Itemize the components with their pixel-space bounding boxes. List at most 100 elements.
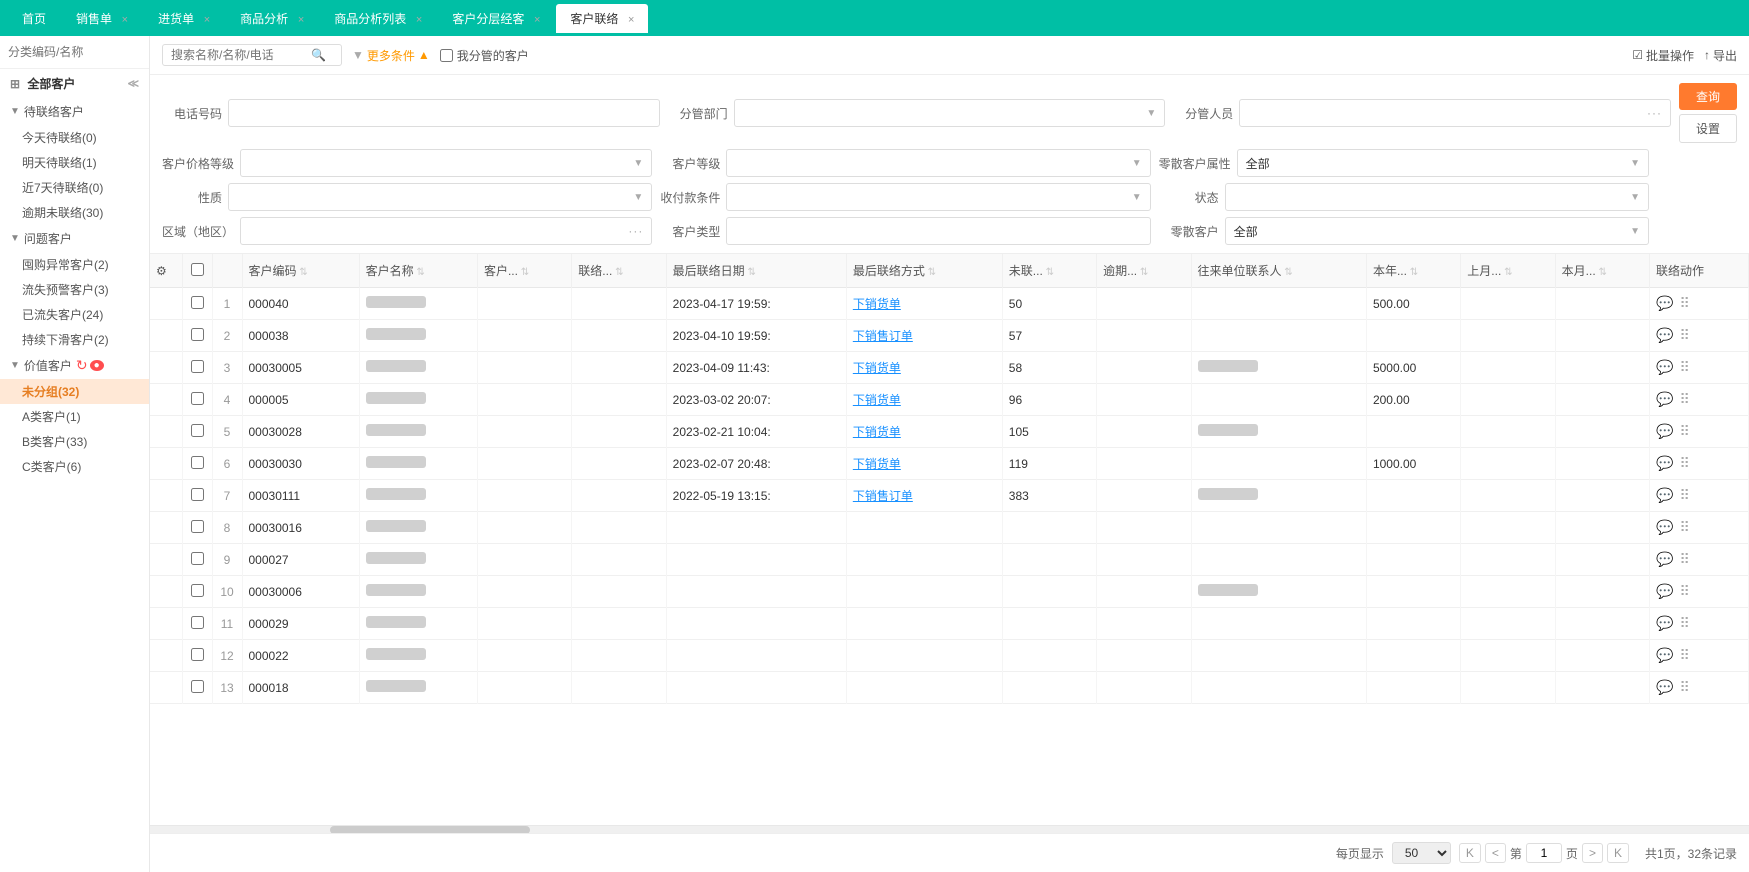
contact-method-link[interactable]: 下销货单 <box>853 457 901 471</box>
filter-search-input[interactable] <box>171 48 311 62</box>
chat-icon[interactable]: 💬 <box>1656 551 1673 568</box>
contact-method-link[interactable]: 下销货单 <box>853 361 901 375</box>
dept-select[interactable]: ▼ <box>734 99 1166 127</box>
close-customer-segment-icon[interactable]: × <box>534 14 540 26</box>
col-contact-person[interactable]: 往来单位联系人 <box>1191 254 1366 288</box>
row-checkbox[interactable] <box>191 648 204 661</box>
col-uncontacted[interactable]: 未联... <box>1002 254 1096 288</box>
filter-search-icon[interactable]: 🔍 <box>311 48 326 62</box>
col-last-month[interactable]: 上月... <box>1461 254 1555 288</box>
my-customers-checkbox[interactable]: 我分管的客户 <box>440 47 529 64</box>
col-last-contact-method[interactable]: 最后联络方式 <box>846 254 1002 288</box>
more-actions-icon[interactable]: ⠿ <box>1679 583 1689 600</box>
chat-icon[interactable]: 💬 <box>1656 519 1673 536</box>
chat-icon[interactable]: 💬 <box>1656 295 1673 312</box>
col-name[interactable]: 客户名称 <box>359 254 477 288</box>
nav-customer-contact[interactable]: 客户联络 × <box>556 4 648 33</box>
row-last-contact-method[interactable] <box>846 576 1002 608</box>
col-settings[interactable]: ⚙ <box>150 254 182 288</box>
nav-product-analysis[interactable]: 商品分析 × <box>226 4 318 33</box>
more-actions-icon[interactable]: ⠿ <box>1679 551 1689 568</box>
col-type[interactable]: 客户... <box>477 254 571 288</box>
nav-product-analysis-list[interactable]: 商品分析列表 × <box>320 4 436 33</box>
close-product-analysis-icon[interactable]: × <box>298 14 304 26</box>
sidebar-group-pending[interactable]: ▼ 待联络客户 <box>0 98 149 125</box>
col-code[interactable]: 客户编码 <box>242 254 359 288</box>
row-last-contact-method[interactable]: 下销售订单 <box>846 480 1002 512</box>
sidebar-item-today[interactable]: 今天待联络(0) <box>0 125 149 150</box>
more-actions-icon[interactable]: ⠿ <box>1679 423 1689 440</box>
row-checkbox[interactable] <box>191 360 204 373</box>
more-actions-icon[interactable]: ⠿ <box>1679 487 1689 504</box>
manager-input[interactable]: ··· <box>1239 99 1671 127</box>
more-actions-icon[interactable]: ⠿ <box>1679 647 1689 664</box>
phone-input[interactable] <box>228 99 660 127</box>
region-input[interactable]: ··· <box>240 217 652 245</box>
col-contact[interactable]: 联络... <box>572 254 666 288</box>
my-customers-check[interactable] <box>440 49 453 62</box>
horizontal-scrollbar[interactable] <box>150 825 1749 833</box>
nav-customer-segment[interactable]: 客户分层经客 × <box>438 4 554 33</box>
close-purchase-icon[interactable]: × <box>204 14 210 26</box>
row-checkbox[interactable] <box>191 488 204 501</box>
contact-method-link[interactable]: 下销货单 <box>853 393 901 407</box>
sidebar-item-churned[interactable]: 已流失客户(24) <box>0 302 149 327</box>
sidebar-item-7days[interactable]: 近7天待联络(0) <box>0 175 149 200</box>
chat-icon[interactable]: 💬 <box>1656 615 1673 632</box>
customer-level-select[interactable]: ▼ <box>726 149 1150 177</box>
row-checkbox[interactable] <box>191 392 204 405</box>
row-last-contact-method[interactable] <box>846 608 1002 640</box>
row-checkbox[interactable] <box>191 424 204 437</box>
row-last-contact-method[interactable]: 下销货单 <box>846 448 1002 480</box>
first-page-btn[interactable]: K <box>1459 843 1481 863</box>
nav-purchase[interactable]: 进货单 × <box>144 4 224 33</box>
chat-icon[interactable]: 💬 <box>1656 391 1673 408</box>
row-checkbox[interactable] <box>191 680 204 693</box>
select-all-checkbox[interactable] <box>191 263 204 276</box>
row-last-contact-method[interactable] <box>846 512 1002 544</box>
sidebar-item-c-class[interactable]: C类客户(6) <box>0 454 149 479</box>
row-last-contact-method[interactable] <box>846 672 1002 704</box>
nav-home[interactable]: 首页 <box>8 4 60 33</box>
row-checkbox[interactable] <box>191 584 204 597</box>
more-actions-icon[interactable]: ⠿ <box>1679 519 1689 536</box>
price-level-select[interactable]: ▼ <box>240 149 652 177</box>
chat-icon[interactable]: 💬 <box>1656 679 1673 696</box>
row-checkbox[interactable] <box>191 456 204 469</box>
col-select-all[interactable] <box>182 254 212 288</box>
row-last-contact-method[interactable] <box>846 640 1002 672</box>
sidebar-all-customers[interactable]: ⊞ 全部客户 ≪ <box>0 69 149 98</box>
col-this-year[interactable]: 本年... <box>1366 254 1460 288</box>
prev-page-btn[interactable]: < <box>1485 843 1506 863</box>
row-last-contact-method[interactable]: 下销货单 <box>846 384 1002 416</box>
row-checkbox[interactable] <box>191 296 204 309</box>
sidebar-search-input[interactable] <box>8 45 150 59</box>
sidebar-collapse-icon[interactable]: ≪ <box>127 77 139 90</box>
contact-method-link[interactable]: 下销货单 <box>853 297 901 311</box>
sidebar-item-tomorrow[interactable]: 明天待联络(1) <box>0 150 149 175</box>
more-conditions-btn[interactable]: ▼ 更多条件 ▲ <box>352 47 430 64</box>
col-this-month[interactable]: 本月... <box>1555 254 1649 288</box>
more-actions-icon[interactable]: ⠿ <box>1679 327 1689 344</box>
bulk-ops-btn[interactable]: ☑ 批量操作 <box>1632 47 1694 64</box>
sidebar-item-churn-warning[interactable]: 流失预警客户(3) <box>0 277 149 302</box>
chat-icon[interactable]: 💬 <box>1656 455 1673 472</box>
per-page-select[interactable]: 50 100 200 <box>1392 842 1451 864</box>
reset-button[interactable]: 设置 <box>1679 114 1737 143</box>
chat-icon[interactable]: 💬 <box>1656 487 1673 504</box>
sidebar-item-declining[interactable]: 持续下滑客户(2) <box>0 327 149 352</box>
contact-method-link[interactable]: 下销售订单 <box>853 489 913 503</box>
retail-customer-select[interactable]: 全部 ▼ <box>1225 217 1649 245</box>
sidebar-item-ungroup[interactable]: 未分组(32) <box>0 379 149 404</box>
chat-icon[interactable]: 💬 <box>1656 327 1673 344</box>
more-actions-icon[interactable]: ⠿ <box>1679 455 1689 472</box>
more-actions-icon[interactable]: ⠿ <box>1679 391 1689 408</box>
sidebar-item-overdue[interactable]: 逾期未联络(30) <box>0 200 149 225</box>
sidebar-group-value[interactable]: ▼ 价值客户 ↻ ● <box>0 352 149 379</box>
row-last-contact-method[interactable]: 下销货单 <box>846 416 1002 448</box>
sidebar-item-abnormal[interactable]: 囤购异常客户(2) <box>0 252 149 277</box>
close-sales-icon[interactable]: × <box>122 14 128 26</box>
status-select[interactable]: ▼ <box>1225 183 1649 211</box>
export-btn[interactable]: ↑ 导出 <box>1704 47 1737 64</box>
query-button[interactable]: 查询 <box>1679 83 1737 110</box>
